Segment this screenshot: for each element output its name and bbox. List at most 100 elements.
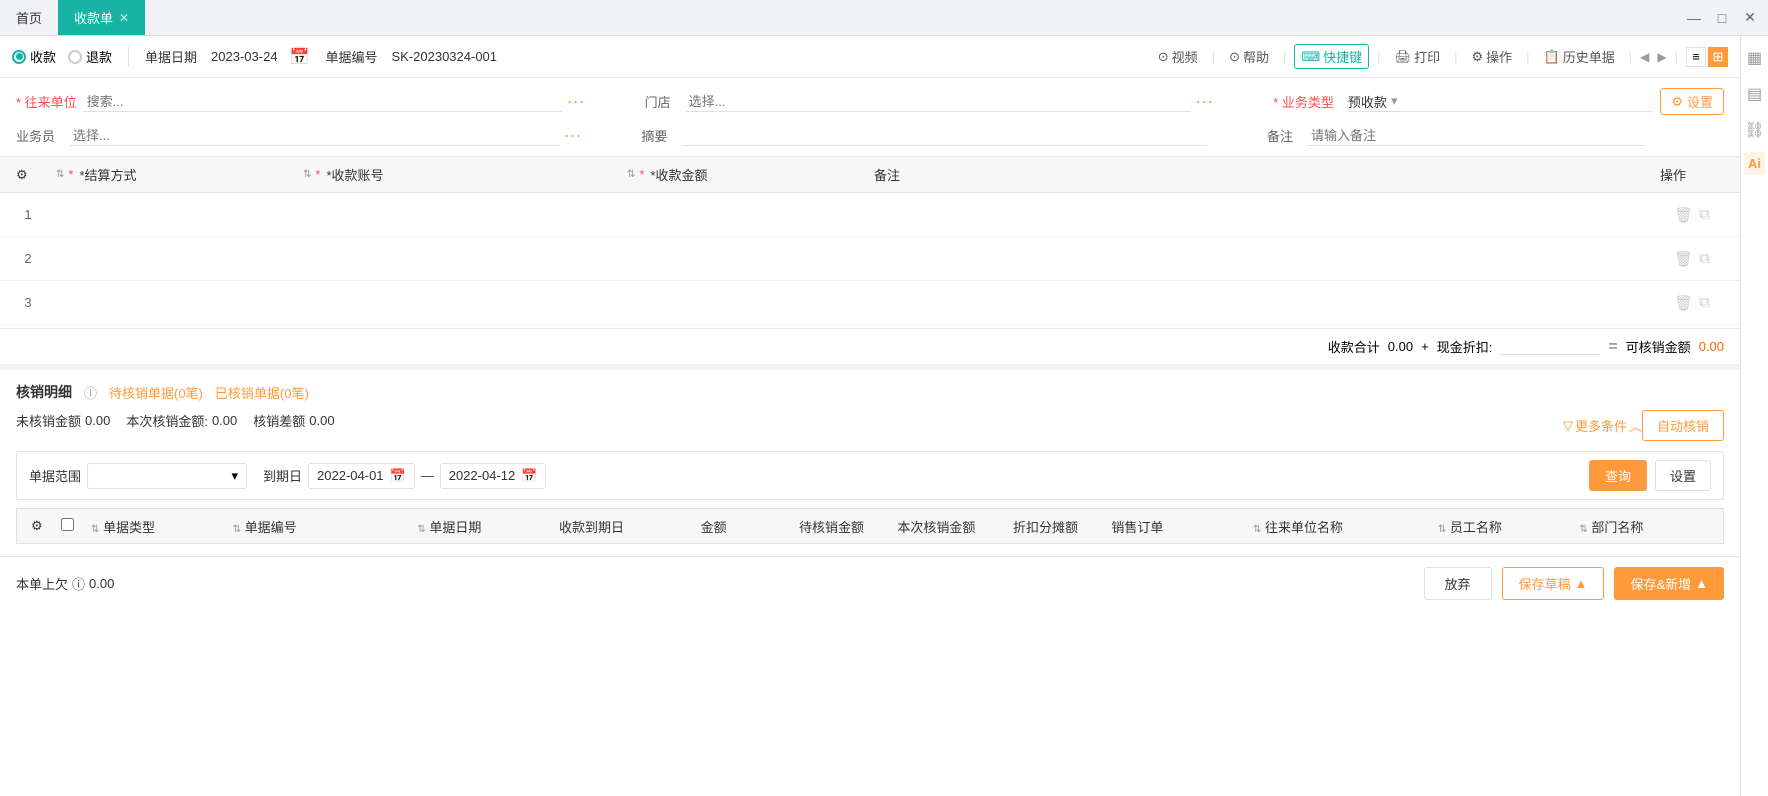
input-remark-3[interactable] [874, 295, 1644, 310]
date-to-input[interactable]: 2022-04-12 📅 [440, 463, 547, 489]
input-amount-2[interactable] [627, 251, 858, 266]
tab-close-icon[interactable]: ✕ [119, 11, 129, 25]
sidebar-grid-icon[interactable]: ▦ [1743, 44, 1766, 72]
more-conditions-btn[interactable]: ▽ 更多条件 ︿ [1563, 416, 1642, 435]
radio-refund[interactable]: 退款 [68, 47, 112, 66]
cell-settlement-1 [48, 207, 295, 222]
form-row-1: * 往来单位 ··· 门店 ··· * 业务类型 预收款 ▾ [16, 88, 1724, 115]
tb-sep-3: | [1377, 49, 1380, 64]
rcth-settings-icon[interactable]: ⚙ [31, 518, 43, 533]
counterpart-more-btn[interactable]: ··· [567, 91, 585, 112]
sort-settlement[interactable]: ⇅ [56, 169, 64, 180]
sidebar-ai-icon[interactable]: Ai [1744, 152, 1765, 175]
operate-btn[interactable]: ⚙ 操作 [1465, 45, 1518, 68]
range-select[interactable]: ▾ [87, 463, 247, 489]
store-more-btn[interactable]: ··· [1195, 91, 1213, 112]
copy-icon-1[interactable]: ⧉ [1699, 206, 1710, 223]
business-type-label: * 业务类型 [1273, 92, 1334, 111]
due-date-label: 到期日 [263, 466, 302, 485]
delete-icon-3[interactable]: 🗑 [1674, 294, 1693, 312]
copy-icon-2[interactable]: ⧉ [1699, 250, 1710, 267]
sidebar-link-icon[interactable]: ⛓ [1740, 116, 1768, 144]
delete-icon-2[interactable]: 🗑 [1674, 250, 1693, 268]
minimize-btn[interactable]: — [1684, 8, 1704, 28]
pending-tab-btn[interactable]: 待核销单据(0笔) [109, 383, 203, 402]
settings-btn[interactable]: ⚙ 设置 [1660, 88, 1724, 115]
cell-amount-3 [619, 295, 866, 310]
shortcut-btn[interactable]: ⌨ 快捷键 [1294, 44, 1369, 69]
filter-row: 单据范围 ▾ 到期日 2022-04-01 📅 — 2022-04-12 [16, 451, 1724, 500]
staff-input[interactable] [69, 126, 560, 146]
cell-account-2 [295, 251, 619, 266]
video-btn[interactable]: ⊙ 视频 [1152, 45, 1204, 68]
delete-icon-1[interactable]: 🗑 [1674, 206, 1693, 224]
input-account-2[interactable] [303, 251, 611, 266]
input-amount-1[interactable] [627, 207, 858, 222]
close-btn[interactable]: ✕ [1740, 8, 1760, 28]
sort-staff[interactable]: ⇅ [1438, 524, 1446, 535]
save-draft-btn[interactable]: 保存草稿 ▲ [1502, 567, 1605, 600]
auto-reconcile-btn[interactable]: 自动核销 [1642, 410, 1724, 441]
rcth-date-label: 单据日期 [429, 520, 481, 535]
list-view-btn[interactable]: ≡ [1686, 47, 1706, 67]
sort-type[interactable]: ⇅ [91, 524, 99, 535]
th-actions-label: 操作 [1660, 165, 1686, 184]
sort-company[interactable]: ⇅ [1253, 524, 1261, 535]
tab-home[interactable]: 首页 [0, 0, 58, 35]
radio-receipt[interactable]: 收款 [12, 47, 56, 66]
grid-view-btn[interactable]: ⊞ [1708, 47, 1728, 67]
input-remark-1[interactable] [874, 207, 1644, 222]
input-settlement-3[interactable] [56, 295, 287, 310]
sort-dept[interactable]: ⇅ [1579, 524, 1587, 535]
sort-account[interactable]: ⇅ [303, 169, 311, 180]
input-settlement-1[interactable] [56, 207, 287, 222]
reconcile-info-icon[interactable]: ⓘ [84, 383, 97, 402]
th-remark: 备注 [866, 165, 1652, 184]
date-icon[interactable]: 📅 [290, 47, 310, 67]
sidebar-table-icon[interactable]: ▤ [1743, 80, 1766, 108]
rcth-discount-label: 折扣分摊额 [1013, 520, 1078, 535]
rcth-company-label: 往来单位名称 [1265, 520, 1343, 535]
next-btn[interactable]: ▶ [1657, 50, 1666, 64]
receipt-table-section: ⚙ ⇅ * *结算方式 ⇅ * *收款账号 ⇅ * *收款金额 [0, 157, 1740, 328]
help-btn[interactable]: ⊙ 帮助 [1223, 45, 1275, 68]
input-amount-3[interactable] [627, 295, 858, 310]
rcth-this-time-label: 本次核销金额 [897, 520, 975, 535]
maximize-btn[interactable]: □ [1712, 8, 1732, 28]
input-account-1[interactable] [303, 207, 611, 222]
staff-more-btn[interactable]: ··· [564, 125, 582, 146]
prev-btn[interactable]: ◀ [1640, 50, 1649, 64]
rcth-checkbox[interactable] [55, 518, 85, 534]
history-btn[interactable]: 📋 历史单据 [1538, 45, 1621, 68]
input-remark-2[interactable] [874, 251, 1644, 266]
store-input[interactable] [685, 92, 1192, 112]
input-account-3[interactable] [303, 295, 611, 310]
date-from-input[interactable]: 2022-04-01 📅 [308, 463, 415, 489]
sort-amount[interactable]: ⇅ [627, 169, 635, 180]
print-btn[interactable]: 🖨 打印 [1389, 45, 1447, 68]
filter-settings-btn[interactable]: 设置 [1655, 460, 1711, 491]
summary-input[interactable] [682, 126, 1207, 146]
window-controls: — □ ✕ [1684, 8, 1768, 28]
remark-input[interactable] [1307, 126, 1644, 146]
query-btn[interactable]: 查询 [1589, 460, 1647, 491]
sort-date[interactable]: ⇅ [417, 524, 425, 535]
counterpart-label: * 往来单位 [16, 92, 77, 111]
col-settings-icon[interactable]: ⚙ [16, 167, 28, 183]
discount-input[interactable] [1500, 339, 1600, 355]
diff-value: 0.00 [309, 413, 334, 428]
copy-icon-3[interactable]: ⧉ [1699, 294, 1710, 311]
business-type-select[interactable]: 预收款 ▾ [1348, 92, 1652, 112]
save-new-btn[interactable]: 保存&新增 ▲ [1614, 567, 1724, 600]
select-all-checkbox[interactable] [61, 518, 74, 531]
save-draft-arrow: ▲ [1575, 576, 1588, 591]
counterpart-input[interactable] [83, 92, 563, 112]
tab-receipt[interactable]: 收款单 ✕ [58, 0, 145, 35]
sort-number[interactable]: ⇅ [233, 524, 241, 535]
radio-receipt-label: 收款 [30, 47, 56, 66]
done-tab-btn[interactable]: 已核销单据(0笔) [215, 383, 309, 402]
diff-label: 核销差额 [253, 411, 305, 430]
input-settlement-2[interactable] [56, 251, 287, 266]
abandon-btn[interactable]: 放弃 [1424, 567, 1492, 600]
operate-icon: ⚙ [1471, 49, 1483, 65]
